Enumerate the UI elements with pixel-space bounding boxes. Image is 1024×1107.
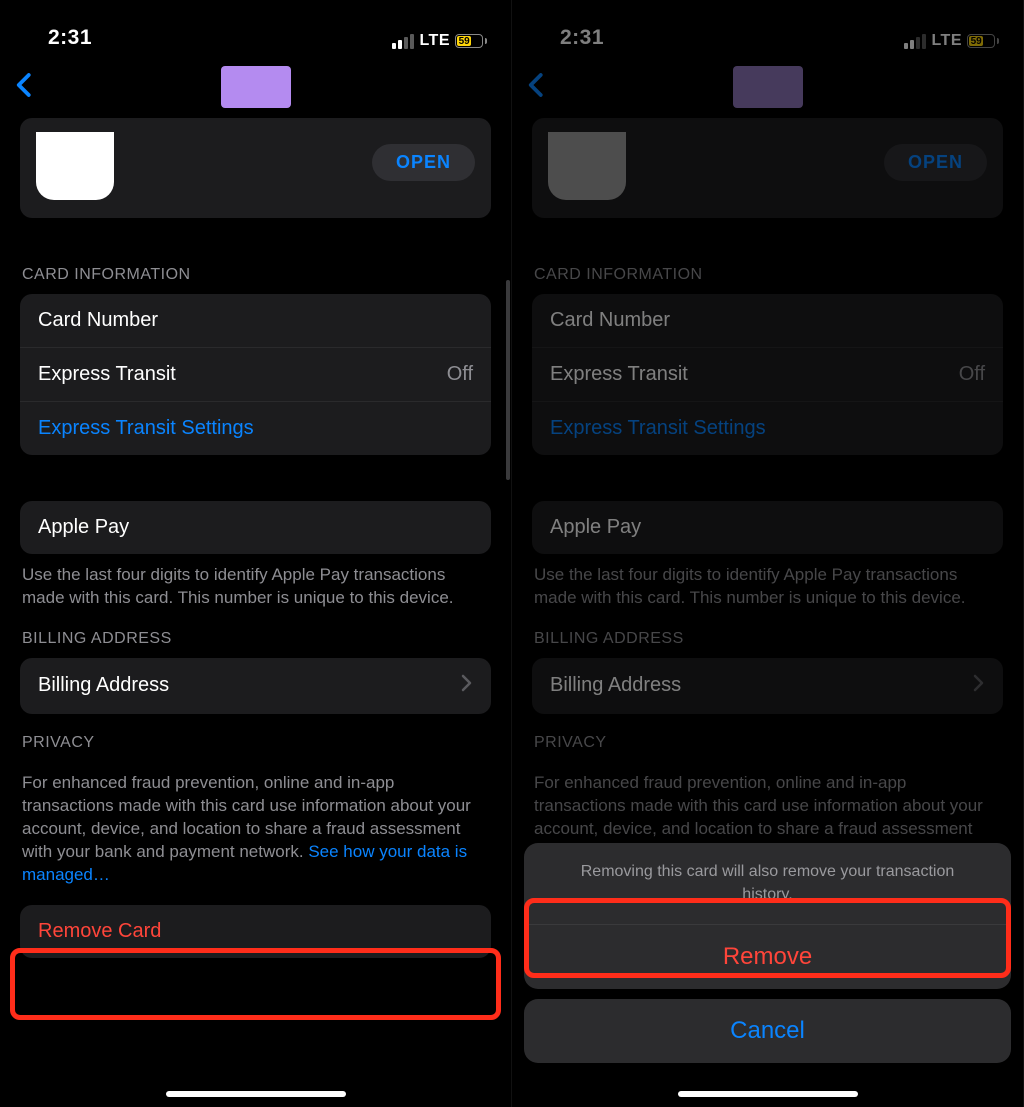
privacy-footer: For enhanced fraud prevention, online an… <box>20 762 491 887</box>
action-sheet-cancel[interactable]: Cancel <box>524 999 1011 1063</box>
billing-header: BILLING ADDRESS <box>20 610 491 658</box>
express-transit-settings-label: Express Transit Settings <box>550 417 766 440</box>
screenshot-left: 2:31 LTE 59 OPEN CARD INFORMATION Card N… <box>0 0 512 1107</box>
privacy-header: PRIVACY <box>20 714 491 762</box>
express-transit-value: Off <box>447 363 473 386</box>
apple-pay-label: Apple Pay <box>550 516 641 539</box>
card-info-header: CARD INFORMATION <box>20 246 491 294</box>
card-info-header: CARD INFORMATION <box>532 246 1003 294</box>
card-info-group: Card Number Express Transit Off Express … <box>532 294 1003 455</box>
apple-pay-label: Apple Pay <box>38 516 129 539</box>
apple-pay-row[interactable]: Apple Pay <box>532 501 1003 554</box>
nav-title-placeholder <box>221 66 291 108</box>
apple-pay-group: Apple Pay <box>532 501 1003 554</box>
back-button[interactable] <box>522 70 552 100</box>
status-bar: 2:31 LTE 59 <box>512 0 1023 56</box>
nav-bar <box>0 56 511 118</box>
network-label: LTE <box>419 32 450 50</box>
express-transit-value: Off <box>959 363 985 386</box>
content: OPEN CARD INFORMATION Card Number Expres… <box>512 118 1023 958</box>
action-sheet-group: Removing this card will also remove your… <box>524 843 1011 989</box>
remove-card-row[interactable]: Remove Card <box>20 905 491 958</box>
issuer-app-card: OPEN <box>532 118 1003 218</box>
card-number-row[interactable]: Card Number <box>20 294 491 347</box>
battery-icon: 59 <box>455 34 487 48</box>
express-transit-settings-row[interactable]: Express Transit Settings <box>532 401 1003 455</box>
scrollbar[interactable] <box>506 280 510 480</box>
status-bar: 2:31 LTE 59 <box>0 0 511 56</box>
signal-icon <box>904 34 926 49</box>
action-sheet: Removing this card will also remove your… <box>524 843 1011 1063</box>
open-button[interactable]: OPEN <box>884 144 987 181</box>
signal-icon <box>392 34 414 49</box>
billing-address-label: Billing Address <box>550 674 681 697</box>
apple-pay-footer: Use the last four digits to identify App… <box>532 554 1003 610</box>
battery-level: 59 <box>969 36 983 46</box>
status-time: 2:31 <box>48 26 92 50</box>
remove-card-group: Remove Card <box>20 905 491 958</box>
status-right: LTE 59 <box>904 32 999 50</box>
chevron-right-icon <box>459 673 473 699</box>
battery-icon: 59 <box>967 34 999 48</box>
express-transit-settings-row[interactable]: Express Transit Settings <box>20 401 491 455</box>
card-number-label: Card Number <box>550 309 670 332</box>
billing-address-label: Billing Address <box>38 674 169 697</box>
billing-group: Billing Address <box>20 658 491 714</box>
open-button[interactable]: OPEN <box>372 144 475 181</box>
nav-title-placeholder <box>733 66 803 108</box>
remove-card-label: Remove Card <box>38 920 161 943</box>
nav-bar <box>512 56 1023 118</box>
card-number-label: Card Number <box>38 309 158 332</box>
privacy-header: PRIVACY <box>532 714 1003 762</box>
billing-address-row[interactable]: Billing Address <box>532 658 1003 714</box>
express-transit-settings-label: Express Transit Settings <box>38 417 254 440</box>
chevron-right-icon <box>971 673 985 699</box>
express-transit-label: Express Transit <box>550 363 688 386</box>
screenshot-right: 2:31 LTE 59 OPEN CARD INFORMATION Card N… <box>512 0 1024 1107</box>
card-info-group: Card Number Express Transit Off Express … <box>20 294 491 455</box>
network-label: LTE <box>931 32 962 50</box>
back-button[interactable] <box>10 70 40 100</box>
content: OPEN CARD INFORMATION Card Number Expres… <box>0 118 511 958</box>
issuer-app-icon <box>548 132 626 200</box>
action-sheet-remove[interactable]: Remove <box>524 925 1011 989</box>
billing-header: BILLING ADDRESS <box>532 610 1003 658</box>
apple-pay-footer: Use the last four digits to identify App… <box>20 554 491 610</box>
apple-pay-row[interactable]: Apple Pay <box>20 501 491 554</box>
billing-group: Billing Address <box>532 658 1003 714</box>
status-time: 2:31 <box>560 26 604 50</box>
card-number-row[interactable]: Card Number <box>532 294 1003 347</box>
battery-level: 59 <box>457 36 471 46</box>
apple-pay-group: Apple Pay <box>20 501 491 554</box>
home-indicator[interactable] <box>166 1091 346 1097</box>
issuer-app-card: OPEN <box>20 118 491 218</box>
status-right: LTE 59 <box>392 32 487 50</box>
billing-address-row[interactable]: Billing Address <box>20 658 491 714</box>
home-indicator[interactable] <box>678 1091 858 1097</box>
action-sheet-message: Removing this card will also remove your… <box>524 843 1011 925</box>
express-transit-row[interactable]: Express Transit Off <box>20 347 491 401</box>
express-transit-label: Express Transit <box>38 363 176 386</box>
annotation-highlight <box>10 948 501 1020</box>
issuer-app-icon <box>36 132 114 200</box>
express-transit-row[interactable]: Express Transit Off <box>532 347 1003 401</box>
